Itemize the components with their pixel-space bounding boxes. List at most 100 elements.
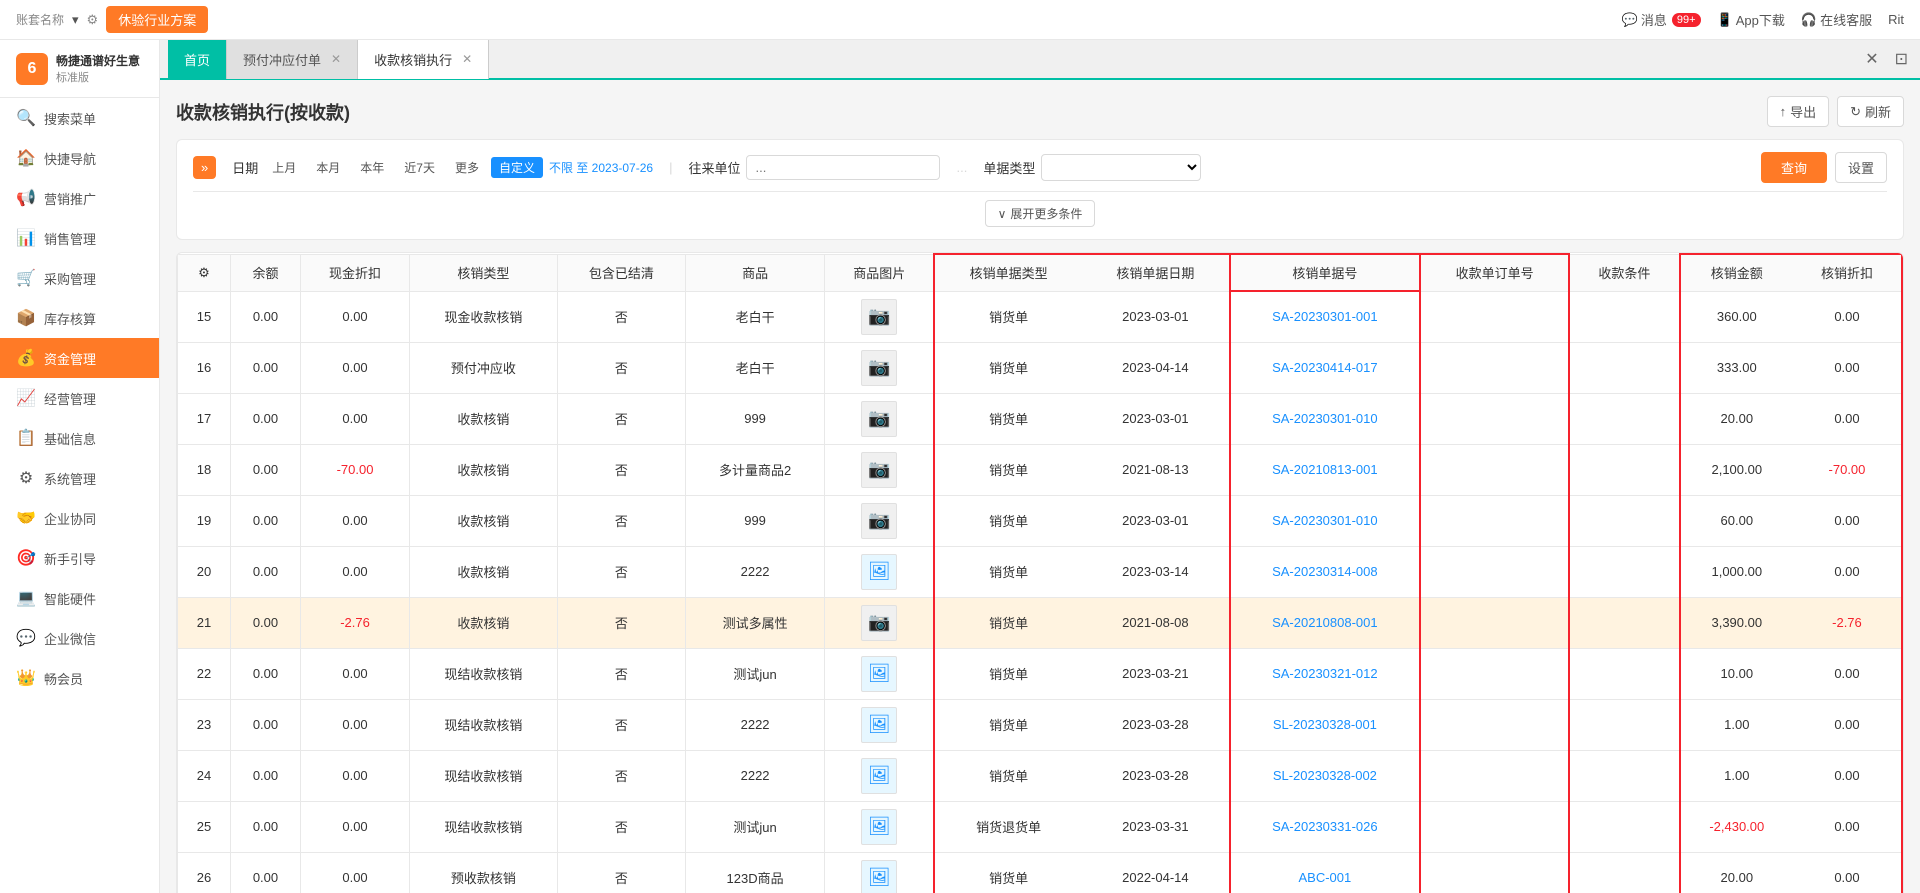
col-goods-header: 商品 <box>686 254 825 291</box>
cell-receipt-order <box>1420 699 1569 750</box>
cell-goods: 老白干 <box>686 342 825 393</box>
goods-thumbnail-empty: 📷 <box>861 503 897 539</box>
cell-num: 24 <box>178 750 231 801</box>
date-custom-btn[interactable]: 自定义 <box>491 157 543 178</box>
tab-receipt-close[interactable]: ✕ <box>462 52 472 66</box>
message-btn[interactable]: 💬 消息 99+ <box>1622 10 1701 29</box>
cell-voucher-date: 2023-03-21 <box>1082 648 1230 699</box>
sidebar-item-hardware[interactable]: 💻 智能硬件 <box>0 578 159 618</box>
tab-prepay[interactable]: 预付冲应付单 ✕ <box>227 40 358 79</box>
dropdown-toggle[interactable]: ▾ <box>72 12 79 28</box>
goods-thumbnail-empty: 📷 <box>861 401 897 437</box>
table-row: 21 0.00 -2.76 收款核销 否 测试多属性 📷 销货单 2021-08… <box>178 597 1903 648</box>
col-goods-img-header: 商品图片 <box>825 254 935 291</box>
refresh-label: 刷新 <box>1865 102 1891 121</box>
sidebar-item-wechat[interactable]: 💬 企业微信 <box>0 618 159 658</box>
refresh-btn[interactable]: ↻ 刷新 <box>1837 96 1904 127</box>
date-this-month-btn[interactable]: 本月 <box>308 156 348 179</box>
cell-balance: 0.00 <box>230 699 300 750</box>
filter-to-unit: 往来单位 <box>688 155 940 180</box>
filter-settings-btn[interactable]: 设置 <box>1835 152 1887 183</box>
sidebar-item-basic[interactable]: 📋 基础信息 <box>0 418 159 458</box>
date-7days-btn[interactable]: 近7天 <box>396 156 443 179</box>
voucher-no-link[interactable]: SA-20230414-017 <box>1272 360 1378 375</box>
sidebar-item-inventory[interactable]: 📦 库存核算 <box>0 298 159 338</box>
cell-receipt-cond <box>1569 291 1679 342</box>
sidebar-item-member[interactable]: 👑 畅会员 <box>0 658 159 698</box>
col-settings-header[interactable]: ⚙ <box>178 254 231 291</box>
date-last-month-btn[interactable]: 上月 <box>264 156 304 179</box>
col-writeoff-type-header: 核销类型 <box>409 254 557 291</box>
to-unit-input[interactable] <box>746 155 940 180</box>
sidebar-item-marketing[interactable]: 📢 营销推广 <box>0 178 159 218</box>
date-more-btn[interactable]: 更多 <box>447 156 487 179</box>
voucher-no-link[interactable]: SA-20210808-001 <box>1272 615 1378 630</box>
tab-home[interactable]: 首页 <box>168 40 227 79</box>
expand-btn[interactable]: ∨ 展开更多条件 <box>985 200 1096 227</box>
voucher-no-link[interactable]: SA-20230301-010 <box>1272 513 1378 528</box>
date-this-year-btn[interactable]: 本年 <box>352 156 392 179</box>
tab-close-all-btn[interactable]: ✕ <box>1861 45 1882 73</box>
sidebar-item-label-member: 畅会员 <box>44 669 83 688</box>
col-voucher-date-header: 核销单据日期 <box>1082 254 1230 291</box>
date-btn-group: 上月 本月 本年 近7天 更多 自定义 <box>264 156 543 179</box>
data-table: ⚙ 余额 现金折扣 核销类型 包含已结清 商品 商品图片 核销单据类型 核销单据… <box>177 253 1903 893</box>
voucher-no-link[interactable]: SA-20230314-008 <box>1272 564 1378 579</box>
service-btn[interactable]: 🎧 在线客服 <box>1801 10 1872 29</box>
cell-voucher-no: SA-20230314-008 <box>1230 546 1420 597</box>
cell-cash-discount: -70.00 <box>301 444 410 495</box>
voucher-no-link[interactable]: ABC-001 <box>1298 870 1351 885</box>
cell-goods-img: 📷 <box>825 393 935 444</box>
sidebar-item-operation[interactable]: 📈 经营管理 <box>0 378 159 418</box>
voucher-no-link[interactable]: SA-20230321-012 <box>1272 666 1378 681</box>
query-btn[interactable]: 查询 <box>1761 152 1827 183</box>
cell-included: 否 <box>557 444 685 495</box>
cell-included: 否 <box>557 699 685 750</box>
app-download-btn[interactable]: 📱 App下载 <box>1717 10 1785 29</box>
cell-writeoff-discount: 0.00 <box>1793 852 1902 893</box>
voucher-type-select[interactable] <box>1041 154 1201 181</box>
voucher-no-link[interactable]: SL-20230328-001 <box>1273 717 1377 732</box>
voucher-no-link[interactable]: SA-20230301-001 <box>1272 309 1378 324</box>
voucher-no-link[interactable]: SL-20230328-002 <box>1273 768 1377 783</box>
sidebar-item-search[interactable]: 🔍 搜索菜单 <box>0 98 159 138</box>
tab-prepay-close[interactable]: ✕ <box>331 52 341 66</box>
tab-receipt[interactable]: 收款核销执行 ✕ <box>358 40 489 79</box>
tab-expand-btn[interactable]: ⊡ <box>1891 45 1912 73</box>
goods-thumbnail-empty: 📷 <box>861 452 897 488</box>
table-row: 15 0.00 0.00 现金收款核销 否 老白干 📷 销货单 2023-03-… <box>178 291 1903 342</box>
sidebar-item-sales[interactable]: 📊 销售管理 <box>0 218 159 258</box>
tab-prepay-label: 预付冲应付单 <box>243 50 321 69</box>
cell-balance: 0.00 <box>230 648 300 699</box>
corp-icon: 🤝 <box>16 508 36 528</box>
goods-thumbnail: 🖼 <box>861 860 897 893</box>
voucher-no-link[interactable]: SA-20230331-026 <box>1272 819 1378 834</box>
industry-btn[interactable]: 休验行业方案 <box>106 6 208 33</box>
cell-voucher-no: SL-20230328-002 <box>1230 750 1420 801</box>
sidebar-item-guide[interactable]: 🎯 新手引导 <box>0 538 159 578</box>
guide-icon: 🎯 <box>16 548 36 568</box>
cell-goods-img: 🖼 <box>825 699 935 750</box>
sidebar-item-purchase[interactable]: 🛒 采购管理 <box>0 258 159 298</box>
voucher-no-link[interactable]: SA-20210813-001 <box>1272 462 1378 477</box>
sidebar-item-finance[interactable]: 💰 资金管理 <box>0 338 159 378</box>
cell-receipt-order <box>1420 852 1569 893</box>
cell-balance: 0.00 <box>230 291 300 342</box>
sidebar-item-quick[interactable]: 🏠 快捷导航 <box>0 138 159 178</box>
col-receipt-cond-header: 收款条件 <box>1569 254 1679 291</box>
cell-cash-discount: 0.00 <box>301 648 410 699</box>
sidebar-item-corp[interactable]: 🤝 企业协同 <box>0 498 159 538</box>
sidebar-item-system[interactable]: ⚙ 系统管理 <box>0 458 159 498</box>
cell-voucher-no: ABC-001 <box>1230 852 1420 893</box>
export-btn[interactable]: ↑ 导出 <box>1767 96 1830 127</box>
cell-receipt-order <box>1420 648 1569 699</box>
settings-icon[interactable]: ⚙ <box>87 12 99 28</box>
goods-thumbnail-empty: 📷 <box>861 299 897 335</box>
cell-voucher-type: 销货单 <box>934 699 1082 750</box>
col-cash-discount-header: 现金折扣 <box>301 254 410 291</box>
filter-toggle-btn[interactable]: » <box>193 156 216 179</box>
table-row: 20 0.00 0.00 收款核销 否 2222 🖼 销货单 2023-03-1… <box>178 546 1903 597</box>
cell-balance: 0.00 <box>230 444 300 495</box>
voucher-no-link[interactable]: SA-20230301-010 <box>1272 411 1378 426</box>
col-voucher-no-header: 核销单据号 <box>1230 254 1420 291</box>
